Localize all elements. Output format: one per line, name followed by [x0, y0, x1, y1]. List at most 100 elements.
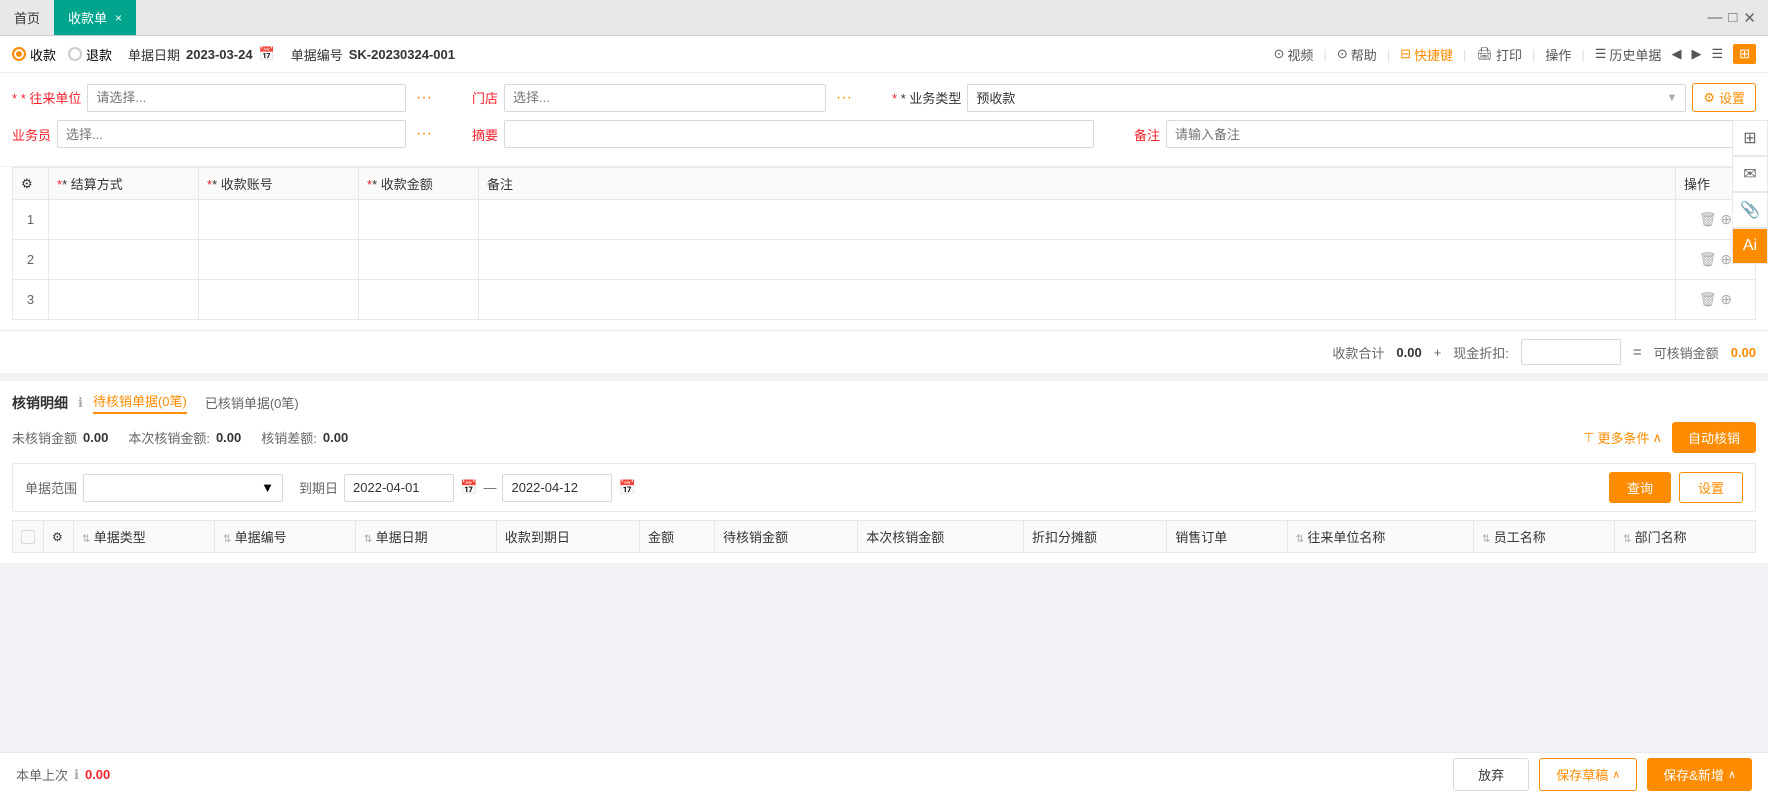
summary-label: 摘要 [472, 125, 498, 144]
date-from-icon[interactable]: 📅 [460, 479, 477, 496]
save-draft-button[interactable]: 保存草稿 ∧ [1539, 758, 1637, 791]
account-3[interactable] [199, 280, 359, 320]
date-from-input[interactable] [344, 474, 454, 502]
total-label: 收款合计 [1332, 343, 1384, 362]
tab-done[interactable]: 已核销单据(0笔) [205, 393, 299, 412]
prev-info-icon: ℹ [74, 767, 79, 783]
receipt-radio-dot [12, 47, 26, 61]
right-tool-ai[interactable]: Ai [1732, 228, 1768, 264]
settings-button[interactable]: ⚙ 设置 [1692, 83, 1756, 112]
date-to-input[interactable] [502, 474, 612, 502]
discount-input[interactable] [1521, 339, 1621, 365]
bottom-table: ⚙ ⇅ 单据类型 ⇅ 单据编号 ⇅ 单据日期 收款到期日 金额 [12, 520, 1756, 553]
right-tool-clip[interactable]: 📎 [1732, 192, 1768, 228]
query-btn[interactable]: 查询 [1609, 472, 1671, 503]
amount-2[interactable] [359, 240, 479, 280]
salesman-label: 业务员 [12, 125, 51, 144]
tab-home[interactable]: 首页 [0, 0, 54, 35]
copy-icon-1[interactable]: ⊕ [1720, 211, 1732, 227]
partner-input[interactable] [87, 84, 406, 112]
list-icon[interactable]: ☰ [1711, 46, 1723, 62]
save-new-button[interactable]: 保存&新增 ∧ [1647, 758, 1752, 791]
right-tool-mail[interactable]: ✉ [1732, 156, 1768, 192]
shop-input[interactable] [504, 84, 826, 112]
range-select[interactable]: ▼ [83, 474, 283, 502]
filter-settings-btn[interactable]: 设置 [1679, 472, 1743, 503]
maximize-icon[interactable]: □ [1728, 9, 1737, 26]
amount-1[interactable] [359, 200, 479, 240]
salesman-input[interactable] [57, 120, 406, 148]
amount-3[interactable] [359, 280, 479, 320]
print-btn[interactable]: 🖨 打印 [1476, 45, 1522, 64]
sort-icon: ⇅ [82, 534, 90, 545]
col-gear[interactable]: ⚙ [44, 521, 74, 553]
auto-reconcile-btn[interactable]: 自动核销 [1672, 422, 1756, 453]
partner-more-icon[interactable]: ··· [416, 89, 432, 107]
shortcut-btn[interactable]: ⊟ 快捷键 [1400, 45, 1453, 64]
arrow-left-icon[interactable]: ◀ [1671, 46, 1681, 62]
discard-button[interactable]: 放弃 [1453, 758, 1529, 791]
calendar-icon[interactable]: 📅 [259, 46, 275, 62]
col-settle: ** 结算方式 [49, 168, 199, 200]
salesman-field: 业务员 ··· [12, 120, 432, 148]
print-icon: 🖨 [1476, 46, 1493, 62]
select-all-checkbox[interactable] [21, 530, 35, 544]
sort-icon: ⇅ [1623, 534, 1631, 545]
heziao-section: 核销明细 ℹ 待核销单据(0笔) 已核销单据(0笔) 未核销金额 0.00 本次… [0, 381, 1768, 563]
settle-2[interactable] [49, 240, 199, 280]
this-stat: 本次核销金额: 0.00 [128, 428, 241, 447]
summary-input[interactable] [504, 120, 1094, 148]
salesman-more-icon[interactable]: ··· [416, 125, 432, 143]
minimize-icon[interactable]: — [1707, 9, 1722, 26]
arrow-right-icon[interactable]: ▶ [1691, 46, 1701, 62]
close-icon[interactable]: ✕ [1743, 9, 1756, 27]
shop-more-icon[interactable]: ··· [836, 89, 852, 107]
grid-icon[interactable]: ⊞ [1733, 44, 1756, 64]
date-field: 单据日期 2023-03-24 📅 [128, 45, 275, 64]
form-row-2: 业务员 ··· 摘要 备注 [12, 120, 1756, 148]
range-filter: 单据范围 ▼ [25, 474, 283, 502]
remark-2[interactable] [479, 240, 1676, 280]
save-draft-arrow-icon: ∧ [1612, 768, 1620, 781]
video-btn[interactable]: ⊙ 视频 [1274, 45, 1314, 64]
history-btn[interactable]: ☰ 历史单据 [1595, 45, 1662, 64]
remark-3[interactable] [479, 280, 1676, 320]
col-doc-type: ⇅ 单据类型 [74, 521, 215, 553]
tab-pending[interactable]: 待核销单据(0笔) [93, 391, 187, 414]
stats-right: ⊤ 更多条件 ∧ 自动核销 [1583, 422, 1756, 453]
note-input[interactable] [1166, 120, 1756, 148]
biz-type-select[interactable]: 预收款 ▼ [967, 84, 1686, 112]
window-controls: — □ ✕ [1707, 9, 1768, 27]
prev-order-info: 本单上次 ℹ 0.00 [16, 765, 110, 784]
copy-icon-2[interactable]: ⊕ [1720, 251, 1732, 267]
no-field: 单据编号 SK-20230324-001 [291, 45, 455, 64]
delete-icon-3[interactable]: 🗑 [1699, 291, 1717, 307]
more-conditions-btn[interactable]: ⊤ 更多条件 ∧ [1583, 428, 1662, 447]
receipt-radio[interactable]: 收款 [12, 45, 56, 64]
operate-btn[interactable]: 操作 [1545, 45, 1571, 64]
row-num-3: 3 [13, 280, 49, 320]
table-settings-col[interactable]: ⚙ [13, 168, 49, 200]
right-tool-table[interactable]: ⊞ [1732, 120, 1768, 156]
delete-icon-1[interactable]: 🗑 [1699, 211, 1717, 227]
col-pending-amount: 待核销金额 [715, 521, 858, 553]
right-tools: ⊞ ✉ 📎 Ai [1732, 120, 1768, 264]
refund-radio[interactable]: 退款 [68, 45, 112, 64]
date-to-icon[interactable]: 📅 [618, 479, 635, 496]
table-row: 1 🗑 ⊕ [13, 200, 1756, 240]
tab-receipt[interactable]: 收款单 × [54, 0, 136, 35]
account-2[interactable] [199, 240, 359, 280]
col-amount: ** 收款金额 [359, 168, 479, 200]
settle-1[interactable] [49, 200, 199, 240]
col-amount: 金额 [639, 521, 714, 553]
tab-close-icon[interactable]: × [115, 11, 122, 25]
sort-icon: ⇅ [1296, 534, 1304, 545]
account-1[interactable] [199, 200, 359, 240]
delete-icon-2[interactable]: 🗑 [1699, 251, 1717, 267]
diff-stat: 核销差额: 0.00 [261, 428, 348, 447]
tab-bar: 首页 收款单 × — □ ✕ [0, 0, 1768, 36]
help-btn[interactable]: ⊙ 帮助 [1337, 45, 1377, 64]
settle-3[interactable] [49, 280, 199, 320]
remark-1[interactable] [479, 200, 1676, 240]
copy-icon-3[interactable]: ⊕ [1720, 291, 1732, 307]
